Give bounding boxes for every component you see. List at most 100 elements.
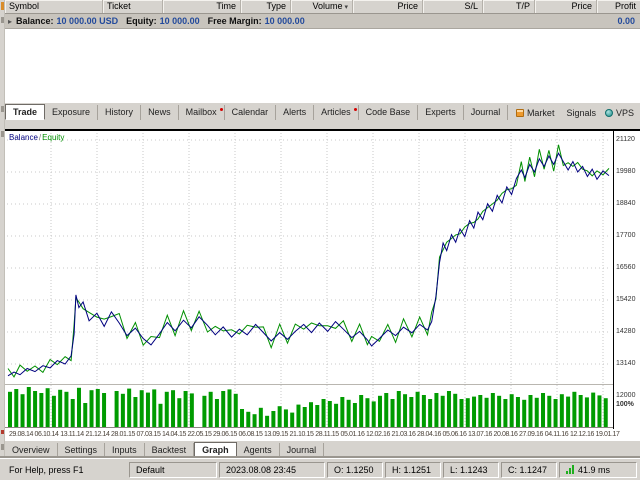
deposit-load-bar bbox=[114, 391, 119, 427]
tester-tab-agents[interactable]: Agents bbox=[237, 443, 280, 458]
tab-articles[interactable]: Articles bbox=[314, 105, 359, 120]
x-axis-label: 27.09.16 bbox=[518, 431, 544, 438]
x-axis-label: 20.08.16 bbox=[493, 431, 518, 438]
deposit-load-bar bbox=[58, 389, 63, 427]
deposit-load-bar bbox=[145, 392, 150, 427]
tester-tab-journal[interactable]: Journal bbox=[280, 443, 325, 458]
tester-graph-panel: Balance/Equity 21120 19980 18840 17700 16560… bbox=[5, 129, 640, 442]
deposit-load-bar bbox=[515, 397, 520, 427]
status-connection[interactable]: 41.9 ms bbox=[559, 461, 637, 478]
deposit-load-bar bbox=[277, 406, 282, 427]
deposit-load-bar bbox=[346, 399, 351, 427]
free-margin-label: Free Margin: bbox=[207, 16, 262, 26]
status-high: H: 1.1251 bbox=[385, 461, 441, 478]
x-axis-label: 21.03.16 bbox=[391, 431, 416, 438]
deposit-load-bar bbox=[271, 411, 276, 427]
x-axis-label: 29.08.14 bbox=[8, 431, 34, 438]
deposit-load-bar bbox=[76, 387, 81, 427]
tester-tab-settings[interactable]: Settings bbox=[58, 443, 106, 458]
x-axis-label: 13.09.15 bbox=[263, 431, 289, 438]
x-axis-label: 21.12.14 bbox=[85, 431, 110, 438]
orders-column-price[interactable]: Price bbox=[535, 0, 597, 13]
deposit-load-bar bbox=[309, 402, 313, 427]
sort-arrow-icon[interactable]: ▾ bbox=[344, 4, 348, 11]
gutter-handle-icon bbox=[1, 444, 4, 450]
tab-code-base[interactable]: Code Base bbox=[359, 105, 419, 120]
gutter-handle-icon bbox=[1, 2, 4, 10]
tester-tab-inputs[interactable]: Inputs bbox=[105, 443, 145, 458]
tab-journal[interactable]: Journal bbox=[464, 105, 509, 120]
subchart-max-label: 100% bbox=[616, 401, 634, 408]
balance-curve bbox=[7, 152, 610, 377]
orders-column-profit[interactable]: Profit bbox=[597, 0, 640, 13]
tester-tab-graph[interactable]: Graph bbox=[194, 442, 237, 458]
deposit-load-bar bbox=[478, 395, 483, 427]
deposit-load-bar bbox=[8, 391, 12, 427]
orders-column-ticket[interactable]: Ticket bbox=[103, 0, 163, 13]
deposit-load-bar bbox=[434, 393, 439, 427]
deposit-load-bar bbox=[95, 389, 100, 427]
free-margin-value: 10 000.00 bbox=[264, 16, 305, 26]
deposit-load-bar bbox=[553, 399, 558, 427]
orders-column-price[interactable]: Price bbox=[353, 0, 423, 13]
deposit-load-bar bbox=[415, 391, 420, 427]
deposit-load-bar bbox=[446, 391, 451, 427]
deposit-load-bar bbox=[440, 395, 445, 427]
deposit-load-bar bbox=[409, 397, 414, 427]
tab-mailbox[interactable]: Mailbox bbox=[179, 105, 225, 120]
balance-row[interactable]: ▸ Balance: 10 000.00 USD Equity: 10 000.00 Fr… bbox=[5, 14, 640, 29]
tester-tab-backtest[interactable]: Backtest bbox=[145, 443, 195, 458]
status-profile[interactable]: Default bbox=[129, 461, 217, 478]
tab-exposure[interactable]: Exposure bbox=[45, 105, 99, 120]
toolbox-links: Market Signals VPS bbox=[515, 105, 640, 120]
vps-icon bbox=[604, 108, 613, 117]
tab-calendar[interactable]: Calendar bbox=[225, 105, 277, 120]
deposit-load-bar bbox=[403, 394, 408, 427]
orders-column-symbol[interactable]: Symbol bbox=[5, 0, 103, 13]
tester-tab-overview[interactable]: Overview bbox=[5, 443, 58, 458]
market-link[interactable]: Market bbox=[515, 107, 555, 118]
unread-badge bbox=[353, 108, 357, 111]
x-axis-label: 06.10.14 bbox=[34, 431, 59, 438]
vps-link[interactable]: VPS bbox=[604, 107, 634, 118]
deposit-load-bar bbox=[290, 412, 295, 427]
tab-trade[interactable]: Trade bbox=[5, 104, 46, 120]
expand-arrow-icon[interactable]: ▸ bbox=[8, 17, 12, 26]
signals-link[interactable]: Signals bbox=[563, 108, 596, 118]
market-label: Market bbox=[526, 107, 555, 118]
x-axis-label: 12.12.16 bbox=[569, 431, 595, 438]
deposit-load-bar bbox=[384, 393, 389, 427]
x-axis-label: 13.07.16 bbox=[467, 431, 493, 438]
tab-experts[interactable]: Experts bbox=[418, 105, 464, 120]
x-axis-label: 28.11.15 bbox=[315, 431, 339, 438]
deposit-load-bar bbox=[490, 393, 495, 427]
orders-column-volume[interactable]: Volume ▾ bbox=[291, 0, 353, 13]
deposit-load-bar bbox=[214, 399, 219, 427]
orders-column-time[interactable]: Time bbox=[163, 0, 241, 13]
deposit-load-bar bbox=[26, 387, 31, 427]
deposit-load-bar bbox=[327, 401, 332, 427]
deposit-load-bar bbox=[315, 405, 320, 427]
deposit-load-bar bbox=[390, 399, 395, 427]
status-help: For Help, press F1 bbox=[9, 464, 84, 475]
legend-balance: Balance bbox=[9, 133, 38, 142]
deposit-load-bar bbox=[459, 399, 464, 427]
deposit-load-bar bbox=[603, 398, 608, 427]
gutter-handle-icon bbox=[1, 106, 4, 112]
orders-column-s-l[interactable]: S/L bbox=[423, 0, 483, 13]
tester-graph bbox=[5, 133, 613, 428]
deposit-load-bar bbox=[20, 394, 25, 427]
equity-value: 10 000.00 bbox=[159, 16, 200, 26]
tab-news[interactable]: News bbox=[141, 105, 179, 120]
status-datetime: 2023.08.08 23:45 bbox=[219, 461, 325, 478]
deposit-load-bar bbox=[227, 389, 232, 427]
tab-history[interactable]: History bbox=[98, 105, 142, 120]
vps-label: VPS bbox=[615, 107, 634, 118]
deposit-load-bar bbox=[578, 395, 583, 427]
deposit-load-bar bbox=[352, 403, 357, 427]
y-axis-label: 17700 bbox=[616, 232, 636, 239]
orders-column-type[interactable]: Type bbox=[241, 0, 291, 13]
orders-column-t-p[interactable]: T/P bbox=[483, 0, 535, 13]
deposit-load-bar bbox=[51, 395, 56, 427]
tab-alerts[interactable]: Alerts bbox=[276, 105, 315, 120]
